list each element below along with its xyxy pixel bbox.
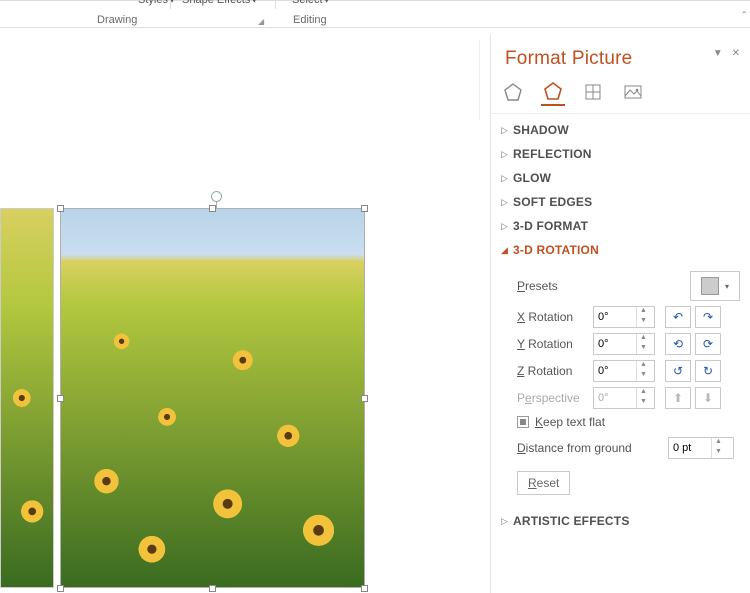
selected-picture[interactable] [60, 208, 365, 588]
rotate-right-x-button[interactable]: ↷ [695, 306, 721, 328]
tab-fill-line[interactable] [501, 82, 525, 106]
format-picture-pane: Format Picture ▼ ✕ ▷SHADOW ▷REFLECTION ▷… [490, 34, 750, 593]
perspective-input: ▲▼ [593, 387, 655, 409]
x-rotation-input[interactable]: ▲▼ [593, 306, 655, 328]
ribbon: Styles▾ Shape Effects▾ Select▾ Drawing ◢… [0, 0, 750, 28]
resize-handle-nw[interactable] [57, 205, 64, 212]
collapse-ribbon-icon[interactable]: ˆ [743, 11, 746, 22]
styles-dropdown[interactable]: Styles▾ [138, 0, 174, 6]
rotate-ccw-z-button[interactable]: ↺ [665, 360, 691, 382]
perspective-widen-button: ⬇ [695, 387, 721, 409]
presets-dropdown[interactable]: ▾ [690, 271, 740, 301]
perspective-label: Perspective [517, 391, 593, 405]
reset-button[interactable]: Reset [517, 471, 570, 495]
ribbon-group-editing: Editing [293, 14, 327, 26]
resize-handle-e[interactable] [361, 395, 368, 402]
rotate-left-x-button[interactable]: ↶ [665, 306, 691, 328]
dialog-launcher-drawing[interactable]: ◢ [258, 17, 264, 26]
section-3d-format[interactable]: ▷3-D FORMAT [499, 214, 744, 238]
z-rotation-label: Z Rotation [517, 364, 593, 378]
rotation-handle[interactable] [211, 191, 222, 202]
select-dropdown[interactable]: Select▾ [292, 0, 329, 6]
section-3d-rotation[interactable]: ◢3-D ROTATION [499, 238, 744, 262]
section-artistic-effects[interactable]: ▷ARTISTIC EFFECTS [499, 509, 744, 533]
y-rotation-label: Y Rotation [517, 337, 593, 351]
resize-handle-se[interactable] [361, 585, 368, 592]
perspective-narrow-button: ⬆ [665, 387, 691, 409]
resize-handle-n[interactable] [209, 205, 216, 212]
distance-input[interactable]: ▲▼ [668, 437, 734, 459]
adjacent-picture[interactable] [0, 208, 54, 588]
pane-title: Format Picture [505, 48, 632, 69]
pane-close-icon[interactable]: ✕ [732, 48, 740, 59]
resize-handle-s[interactable] [209, 585, 216, 592]
pane-options-icon[interactable]: ▼ [713, 48, 723, 59]
section-soft-edges[interactable]: ▷SOFT EDGES [499, 190, 744, 214]
pane-tabs [491, 76, 750, 114]
presets-label: PPresetsresets [517, 279, 593, 293]
keep-text-flat-label: Keep text flat [535, 415, 605, 429]
resize-handle-ne[interactable] [361, 205, 368, 212]
slide-canvas[interactable] [0, 28, 490, 593]
z-rotation-input[interactable]: ▲▼ [593, 360, 655, 382]
resize-handle-sw[interactable] [57, 585, 64, 592]
y-rotation-input[interactable]: ▲▼ [593, 333, 655, 355]
keep-text-flat-checkbox[interactable]: Keep text flat [517, 415, 740, 429]
section-glow[interactable]: ▷GLOW [499, 166, 744, 190]
3d-rotation-body: PPresetsresets ▾ X Rotation ▲▼ ↶ ↷ Y Rot… [499, 262, 744, 509]
tab-picture[interactable] [621, 82, 645, 106]
rotate-down-y-button[interactable]: ⟳ [695, 333, 721, 355]
resize-handle-w[interactable] [57, 395, 64, 402]
rotate-up-y-button[interactable]: ⟲ [665, 333, 691, 355]
rotate-cw-z-button[interactable]: ↻ [695, 360, 721, 382]
tab-effects[interactable] [541, 82, 565, 106]
ribbon-group-drawing: Drawing [97, 14, 137, 26]
shape-effects-dropdown[interactable]: Shape Effects▾ [182, 0, 256, 6]
x-rotation-label: X Rotation [517, 310, 593, 324]
distance-label: Distance from ground [517, 441, 632, 455]
section-shadow[interactable]: ▷SHADOW [499, 118, 744, 142]
section-reflection[interactable]: ▷REFLECTION [499, 142, 744, 166]
tab-size-properties[interactable] [581, 82, 605, 106]
